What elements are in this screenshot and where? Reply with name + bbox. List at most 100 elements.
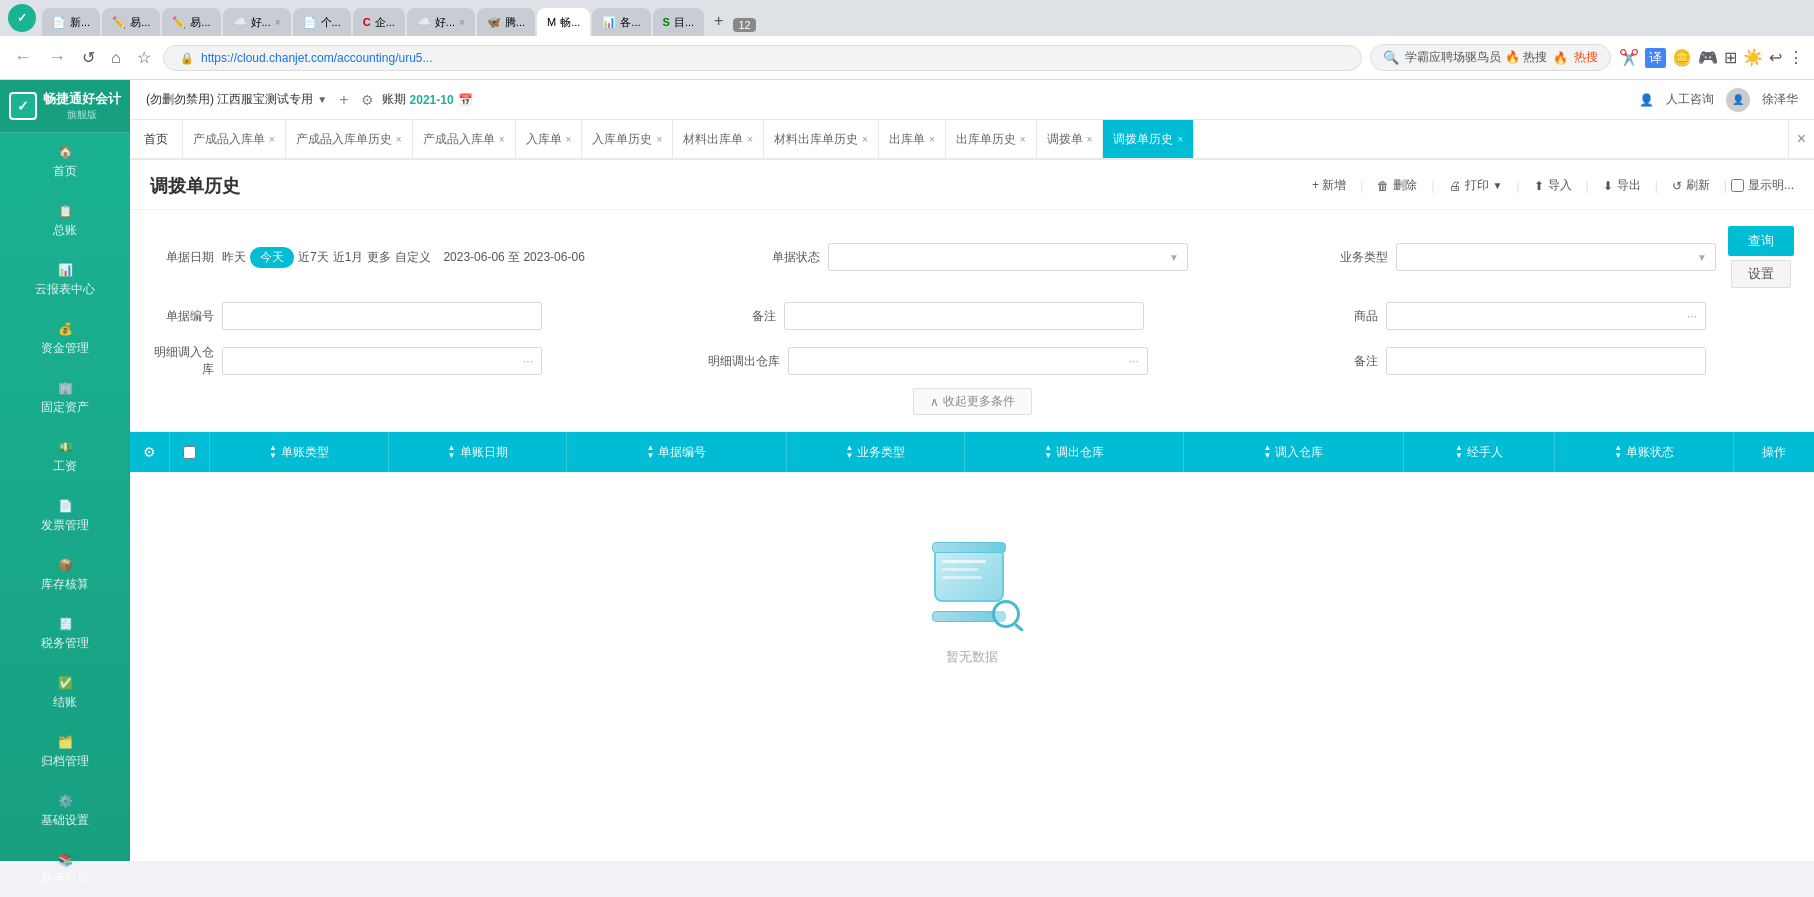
close-icon[interactable]: ×: [499, 134, 505, 145]
goods-input[interactable]: ···: [1386, 302, 1706, 330]
sidebar-item-ledger[interactable]: 📋 总账: [0, 192, 130, 251]
nav-tab-transfer[interactable]: 调拨单 ×: [1037, 120, 1104, 159]
from-warehouse-input[interactable]: ···: [222, 347, 542, 375]
date-btn-more[interactable]: 更多: [367, 249, 391, 266]
menu-icon[interactable]: ⋮: [1788, 48, 1804, 67]
forward-btn[interactable]: →: [44, 43, 70, 72]
doc-no-input[interactable]: [222, 302, 542, 330]
print-btn[interactable]: 🖨 打印 ▼: [1439, 172, 1513, 199]
nav-tab-home[interactable]: 首页: [130, 120, 183, 159]
new-tab-btn[interactable]: +: [706, 8, 731, 34]
grid-icon[interactable]: ⊞: [1724, 48, 1737, 67]
back-btn[interactable]: ←: [10, 43, 36, 72]
tab-close-7[interactable]: ×: [459, 17, 465, 28]
date-btn-yesterday[interactable]: 昨天: [222, 249, 246, 266]
tab-2[interactable]: ✏️易...: [102, 8, 160, 36]
nav-tab-stock-in[interactable]: 入库单 ×: [516, 120, 583, 159]
username[interactable]: 徐泽华: [1762, 91, 1798, 108]
tab-1[interactable]: 📄新...: [42, 8, 100, 36]
th-out-warehouse[interactable]: ▲▼ 调出仓库: [965, 432, 1184, 472]
tab-close-4[interactable]: ×: [275, 17, 281, 28]
date-btn-custom[interactable]: 自定义: [395, 249, 431, 266]
sidebar-item-assets[interactable]: 🏢 固定资产: [0, 369, 130, 428]
sidebar-item-reports[interactable]: 📊 云报表中心: [0, 251, 130, 310]
close-icon[interactable]: ×: [929, 134, 935, 145]
date-btn-7days[interactable]: 近7天: [298, 249, 329, 266]
tab-10[interactable]: 📊各...: [592, 8, 650, 36]
tab-3[interactable]: ✏️易...: [162, 8, 220, 36]
scissors-icon[interactable]: ✂️: [1619, 48, 1639, 67]
th-in-warehouse[interactable]: ▲▼ 调入仓库: [1184, 432, 1403, 472]
business-type-select[interactable]: ▼: [1396, 243, 1716, 271]
period-selector[interactable]: 账期 2021-10 📅: [382, 91, 473, 108]
undo-icon[interactable]: ↩: [1769, 48, 1782, 67]
show-toggle-checkbox[interactable]: [1731, 179, 1744, 192]
close-icon[interactable]: ×: [396, 134, 402, 145]
remark-input[interactable]: [784, 302, 1144, 330]
sidebar-item-guide[interactable]: 📚 新手引导: [0, 841, 130, 897]
tab-8[interactable]: 🦋腾...: [477, 8, 535, 36]
close-all-tabs-btn[interactable]: ×: [1788, 120, 1814, 159]
address-bar[interactable]: 🔒 https://cloud.chanjet.com/accounting/u…: [163, 45, 1363, 71]
close-icon[interactable]: ×: [862, 134, 868, 145]
coin-icon[interactable]: 🪙: [1672, 48, 1692, 67]
import-btn[interactable]: ⬆ 导入: [1524, 172, 1582, 199]
tab-5[interactable]: 📄个...: [293, 8, 351, 36]
nav-tab-material-out-history[interactable]: 材料出库单历史 ×: [764, 120, 879, 159]
extra-remark-input[interactable]: [1386, 347, 1706, 375]
close-icon[interactable]: ×: [269, 134, 275, 145]
tab-11[interactable]: S目...: [653, 8, 705, 36]
sidebar-item-home[interactable]: 🏠 首页: [0, 133, 130, 192]
gear-icon[interactable]: ⚙: [361, 92, 374, 108]
nav-tab-products-in-history[interactable]: 产成品入库单历史 ×: [286, 120, 413, 159]
show-toggle[interactable]: 显示明...: [1731, 177, 1794, 194]
date-btn-today[interactable]: 今天: [250, 247, 294, 268]
nav-tab-out[interactable]: 出库单 ×: [879, 120, 946, 159]
company-selector[interactable]: (勿删勿禁用) 江西服宝测试专用 ▼: [146, 91, 327, 108]
th-gear[interactable]: ⚙: [130, 432, 170, 472]
sidebar-item-settings[interactable]: ⚙️ 基础设置: [0, 782, 130, 841]
th-doc-no[interactable]: ▲▼ 单据编号: [567, 432, 786, 472]
browser-search[interactable]: 🔍 学霸应聘场驱鸟员 🔥 热搜 🔥 热搜: [1370, 44, 1611, 71]
th-doc-type[interactable]: ▲▼ 单账类型: [210, 432, 389, 472]
nav-tab-products-in[interactable]: 产成品入库单 ×: [183, 120, 286, 159]
th-business-type[interactable]: ▲▼ 业务类型: [787, 432, 966, 472]
bookmark-btn[interactable]: ☆: [133, 44, 155, 71]
sun-icon[interactable]: ☀️: [1743, 48, 1763, 67]
select-all-checkbox[interactable]: [183, 446, 196, 459]
close-icon[interactable]: ×: [747, 134, 753, 145]
th-handler[interactable]: ▲▼ 经手人: [1404, 432, 1556, 472]
status-select[interactable]: ▼: [828, 243, 1188, 271]
translate-icon[interactable]: 译: [1645, 48, 1666, 68]
close-icon-active[interactable]: ×: [1177, 134, 1183, 145]
tab-9[interactable]: M畅...: [537, 8, 590, 36]
service-label[interactable]: 人工咨询: [1666, 91, 1714, 108]
th-doc-date[interactable]: ▲▼ 单账日期: [389, 432, 568, 472]
game-icon[interactable]: 🎮: [1698, 48, 1718, 67]
tab-6[interactable]: C企...: [353, 8, 405, 36]
new-btn[interactable]: + 新增: [1302, 172, 1356, 199]
sidebar-item-funds[interactable]: 💰 资金管理: [0, 310, 130, 369]
close-icon[interactable]: ×: [566, 134, 572, 145]
close-icon[interactable]: ×: [656, 134, 662, 145]
add-company-btn[interactable]: +: [335, 91, 352, 109]
nav-tab-out-history[interactable]: 出库单历史 ×: [946, 120, 1037, 159]
to-warehouse-input[interactable]: ···: [788, 347, 1148, 375]
sidebar-item-inventory[interactable]: 📦 库存核算: [0, 546, 130, 605]
close-icon[interactable]: ×: [1020, 134, 1026, 145]
th-doc-status[interactable]: ▲▼ 单账状态: [1555, 432, 1734, 472]
sidebar-item-tax[interactable]: 🧾 税务管理: [0, 605, 130, 664]
nav-tab-transfer-history[interactable]: 调拨单历史 ×: [1103, 120, 1194, 159]
date-btn-1month[interactable]: 近1月: [333, 249, 364, 266]
settings-filter-btn[interactable]: 设置: [1731, 260, 1791, 288]
nav-tab-material-out[interactable]: 材料出库单 ×: [673, 120, 764, 159]
refresh-btn[interactable]: ↺ 刷新: [1662, 172, 1720, 199]
close-icon[interactable]: ×: [1087, 134, 1093, 145]
tab-4[interactable]: ☁️好...×: [223, 8, 291, 36]
home-btn[interactable]: ⌂: [107, 45, 125, 71]
nav-tab-stock-in-history[interactable]: 入库单历史 ×: [582, 120, 673, 159]
collapse-btn[interactable]: ∧ 收起更多条件: [913, 388, 1032, 415]
delete-btn[interactable]: 🗑 删除: [1367, 172, 1427, 199]
export-btn[interactable]: ⬇ 导出: [1593, 172, 1651, 199]
reload-btn[interactable]: ↺: [78, 44, 99, 71]
